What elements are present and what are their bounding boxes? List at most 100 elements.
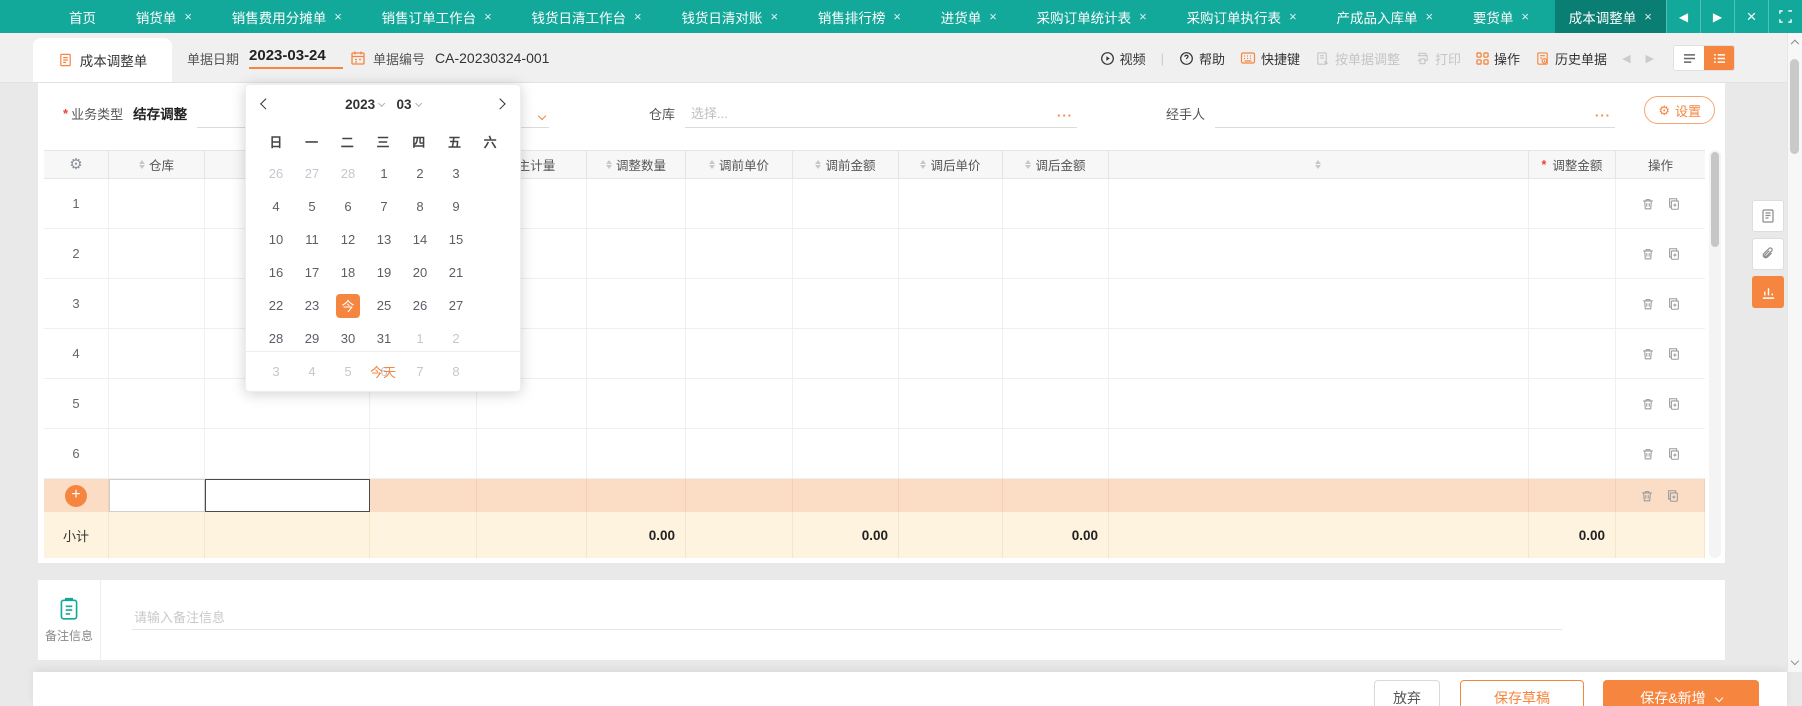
add-row-button[interactable]: +	[65, 484, 87, 507]
column-header-price_before[interactable]: 调前单价	[686, 151, 793, 178]
warehouse-field[interactable]: 仓库 选择... ···	[649, 83, 1078, 143]
toolbar-shortcut-keys-button[interactable]: 快捷键	[1240, 49, 1300, 68]
tabbar-tab[interactable]: 要货单 ×	[1459, 0, 1543, 33]
tabbar-tab[interactable]: 销货单 ×	[122, 0, 206, 33]
card-view-icon[interactable]	[1704, 46, 1734, 70]
close-icon[interactable]: ×	[893, 9, 901, 24]
column-header-amt_before[interactable]: 调前金额	[793, 151, 899, 178]
calendar-day[interactable]: 9	[438, 190, 474, 223]
list-view-icon[interactable]	[1674, 46, 1704, 70]
product-input-cell[interactable]	[205, 479, 370, 512]
calendar-day[interactable]: 25	[366, 289, 402, 322]
calendar-day[interactable]: 15	[438, 223, 474, 256]
tabbar-tab[interactable]: 销售费用分摊单 ×	[218, 0, 356, 33]
calendar-day[interactable]: 27	[294, 157, 330, 190]
calendar-day[interactable]: 11	[294, 223, 330, 256]
calendar-day[interactable]: 7	[366, 190, 402, 223]
column-header-idx[interactable]: ⚙	[44, 151, 109, 178]
delete-icon[interactable]	[1641, 247, 1655, 261]
delete-icon[interactable]	[1641, 347, 1655, 361]
sort-icon[interactable]	[708, 160, 715, 169]
remark-input[interactable]	[132, 606, 1562, 630]
calendar-day[interactable]: 1	[366, 157, 402, 190]
calendar-day[interactable]: 17	[294, 256, 330, 289]
sort-icon[interactable]	[920, 160, 927, 169]
tabbar-tab[interactable]: 销售订单工作台 ×	[368, 0, 506, 33]
grid-scrollbar-thumb[interactable]	[1711, 152, 1719, 247]
note-icon[interactable]	[1752, 200, 1784, 232]
calendar-day-today[interactable]: 今	[330, 289, 366, 322]
save-draft-button[interactable]: 保存草稿	[1460, 680, 1584, 706]
close-icon[interactable]: ×	[1521, 9, 1529, 24]
delete-icon[interactable]	[1640, 489, 1654, 503]
next-month-icon[interactable]	[494, 98, 506, 110]
copy-icon[interactable]	[1667, 247, 1681, 261]
calendar-day[interactable]: 22	[258, 289, 294, 322]
doc-next-icon[interactable]: ▶	[1646, 52, 1654, 65]
close-icon[interactable]: ×	[634, 9, 642, 24]
sort-icon[interactable]	[605, 160, 612, 169]
calendar-day[interactable]: 20	[402, 256, 438, 289]
copy-icon[interactable]	[1666, 489, 1680, 503]
toolbar-help-button[interactable]: 帮助	[1179, 49, 1225, 68]
delete-icon[interactable]	[1641, 447, 1655, 461]
close-icon[interactable]: ×	[1139, 9, 1147, 24]
sort-icon[interactable]	[138, 160, 145, 169]
close-icon[interactable]: ×	[484, 9, 492, 24]
chart-icon[interactable]	[1752, 276, 1784, 308]
doc-subtab[interactable]: 成本调整单	[33, 38, 172, 82]
calendar-icon[interactable]	[350, 50, 366, 66]
scroll-down-icon[interactable]	[1790, 657, 1799, 666]
calendar-day[interactable]: 5	[294, 190, 330, 223]
close-icon[interactable]: ×	[989, 9, 997, 24]
tab-next-icon[interactable]: ▶	[1700, 0, 1734, 33]
sort-icon[interactable]	[815, 160, 822, 169]
column-header-price_after[interactable]: 调后单价	[899, 151, 1003, 178]
copy-icon[interactable]	[1667, 197, 1681, 211]
doc-prev-icon[interactable]: ◀	[1622, 52, 1630, 65]
date-input[interactable]: 2023-03-24	[249, 47, 344, 69]
month-select[interactable]: 03	[397, 97, 423, 112]
tab-prev-icon[interactable]: ◀	[1666, 0, 1700, 33]
sort-icon[interactable]	[1315, 160, 1321, 169]
tabbar-tab[interactable]: 采购订单执行表 ×	[1173, 0, 1311, 33]
close-icon[interactable]: ×	[334, 9, 342, 24]
copy-icon[interactable]	[1667, 447, 1681, 461]
attachment-icon[interactable]	[1752, 238, 1784, 270]
calendar-day[interactable]: 26	[258, 157, 294, 190]
calendar-day[interactable]: 8	[402, 190, 438, 223]
toolbar-video-button[interactable]: 视频	[1100, 49, 1146, 68]
calendar-day[interactable]: 3	[438, 157, 474, 190]
warehouse-picker-icon[interactable]: ···	[1057, 108, 1073, 123]
close-tabs-icon[interactable]: ×	[1734, 0, 1768, 33]
calendar-day[interactable]: 6	[330, 190, 366, 223]
grid-scrollbar[interactable]	[1709, 150, 1721, 558]
chevron-down-icon[interactable]	[537, 111, 547, 121]
calendar-day[interactable]: 10	[258, 223, 294, 256]
cancel-button[interactable]: 放弃	[1374, 680, 1440, 706]
tabbar-tab[interactable]: 进货单 ×	[927, 0, 1011, 33]
calendar-day[interactable]: 4	[258, 190, 294, 223]
calendar-day[interactable]: 12	[330, 223, 366, 256]
calendar-day[interactable]: 2	[402, 157, 438, 190]
delete-icon[interactable]	[1641, 397, 1655, 411]
close-icon[interactable]: ×	[1425, 9, 1433, 24]
calendar-day[interactable]: 13	[366, 223, 402, 256]
tabbar-tab[interactable]: 销售排行榜 ×	[804, 0, 915, 33]
tabbar-tab[interactable]: 采购订单统计表 ×	[1023, 0, 1161, 33]
scroll-up-icon[interactable]	[1790, 39, 1799, 48]
close-icon[interactable]: ×	[1644, 9, 1652, 24]
sort-icon[interactable]	[1025, 160, 1032, 169]
fullscreen-icon[interactable]	[1768, 0, 1802, 33]
calendar-day[interactable]: 27	[438, 289, 474, 322]
calendar-day[interactable]: 18	[330, 256, 366, 289]
handler-field[interactable]: 经手人 ···	[1166, 83, 1616, 143]
calendar-day[interactable]: 26	[402, 289, 438, 322]
tabbar-tab[interactable]: 产成品入库单 ×	[1322, 0, 1447, 33]
close-icon[interactable]: ×	[770, 9, 778, 24]
copy-icon[interactable]	[1667, 347, 1681, 361]
calendar-day[interactable]: 14	[402, 223, 438, 256]
close-icon[interactable]: ×	[184, 9, 192, 24]
tabbar-tab[interactable]: 首页	[55, 0, 110, 33]
column-header-spacer[interactable]	[1109, 151, 1529, 178]
